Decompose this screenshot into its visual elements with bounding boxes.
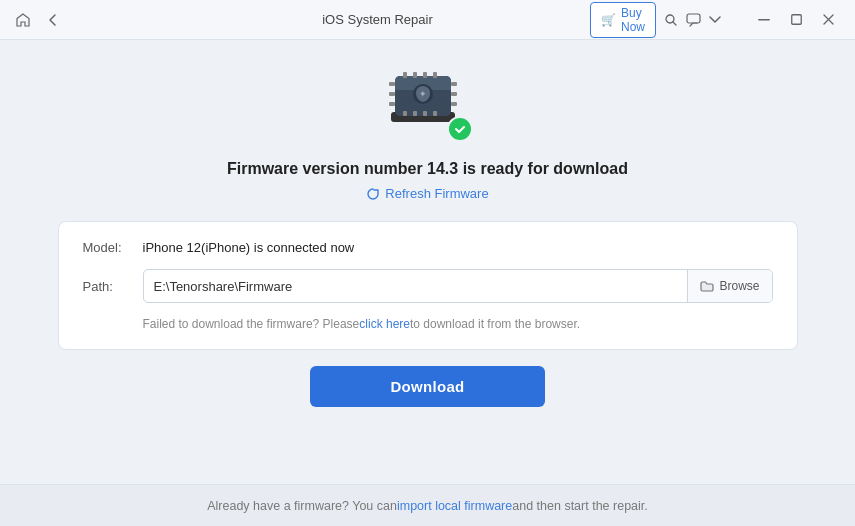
folder-icon	[700, 280, 714, 292]
svg-rect-16	[423, 111, 427, 116]
maximize-button[interactable]	[781, 6, 811, 34]
svg-rect-20	[389, 102, 395, 106]
svg-rect-19	[389, 92, 395, 96]
svg-rect-3	[791, 15, 801, 25]
device-icon-area: ✦	[383, 64, 473, 144]
svg-rect-10	[403, 72, 407, 78]
firmware-card: Model: iPhone 12(iPhone) is connected no…	[58, 221, 798, 350]
svg-rect-15	[413, 111, 417, 116]
footer-bar: Already have a firmware? You can import …	[0, 484, 855, 526]
refresh-firmware-link[interactable]: Refresh Firmware	[366, 186, 488, 201]
svg-rect-23	[451, 102, 457, 106]
error-suffix: to download it from the browser.	[410, 317, 580, 331]
path-input-wrap: Browse	[143, 269, 773, 303]
click-here-link[interactable]: click here	[359, 317, 410, 331]
firmware-title: Firmware version number 14.3 is ready fo…	[227, 160, 628, 178]
svg-rect-12	[423, 72, 427, 78]
svg-rect-18	[389, 82, 395, 86]
svg-rect-14	[403, 111, 407, 116]
svg-rect-2	[758, 19, 770, 21]
error-row: Failed to download the firmware? Please …	[83, 317, 773, 331]
svg-rect-11	[413, 72, 417, 78]
footer-text: Already have a firmware? You can	[207, 499, 397, 513]
title-bar-right: 🛒 Buy Now	[623, 2, 843, 38]
import-firmware-link[interactable]: import local firmware	[397, 499, 512, 513]
svg-rect-17	[433, 111, 437, 116]
window-controls	[749, 6, 843, 34]
path-row: Path: Browse	[83, 269, 773, 303]
svg-rect-22	[451, 92, 457, 96]
search-button[interactable]	[664, 9, 678, 31]
button-area: Download	[58, 366, 798, 407]
svg-rect-1	[687, 14, 700, 23]
close-button[interactable]	[813, 6, 843, 34]
window-title: iOS System Repair	[132, 12, 623, 27]
browse-label: Browse	[719, 279, 759, 293]
title-bar-left	[12, 9, 132, 31]
home-button[interactable]	[12, 9, 34, 31]
path-label: Path:	[83, 279, 143, 294]
svg-rect-13	[433, 72, 437, 78]
path-input[interactable]	[144, 279, 688, 294]
minimize-button[interactable]	[749, 6, 779, 34]
model-label: Model:	[83, 240, 143, 255]
main-content: ✦ Firmware version num	[0, 40, 855, 484]
buy-now-button[interactable]: 🛒 Buy Now	[590, 2, 656, 38]
error-text: Failed to download the firmware? Please	[143, 317, 360, 331]
model-row: Model: iPhone 12(iPhone) is connected no…	[83, 240, 773, 255]
chevron-down-button[interactable]	[709, 9, 721, 31]
cart-icon: 🛒	[601, 13, 616, 27]
model-value: iPhone 12(iPhone) is connected now	[143, 240, 355, 255]
chat-button[interactable]	[686, 9, 701, 31]
back-button[interactable]	[42, 9, 64, 31]
refresh-icon	[366, 187, 380, 201]
buy-now-label: Buy Now	[621, 6, 645, 34]
title-bar: iOS System Repair 🛒 Buy Now	[0, 0, 855, 40]
svg-rect-21	[451, 82, 457, 86]
browse-button[interactable]: Browse	[687, 270, 771, 302]
svg-text:✦: ✦	[419, 89, 427, 99]
check-badge	[447, 116, 473, 142]
footer-suffix: and then start the repair.	[512, 499, 648, 513]
download-button[interactable]: Download	[310, 366, 544, 407]
